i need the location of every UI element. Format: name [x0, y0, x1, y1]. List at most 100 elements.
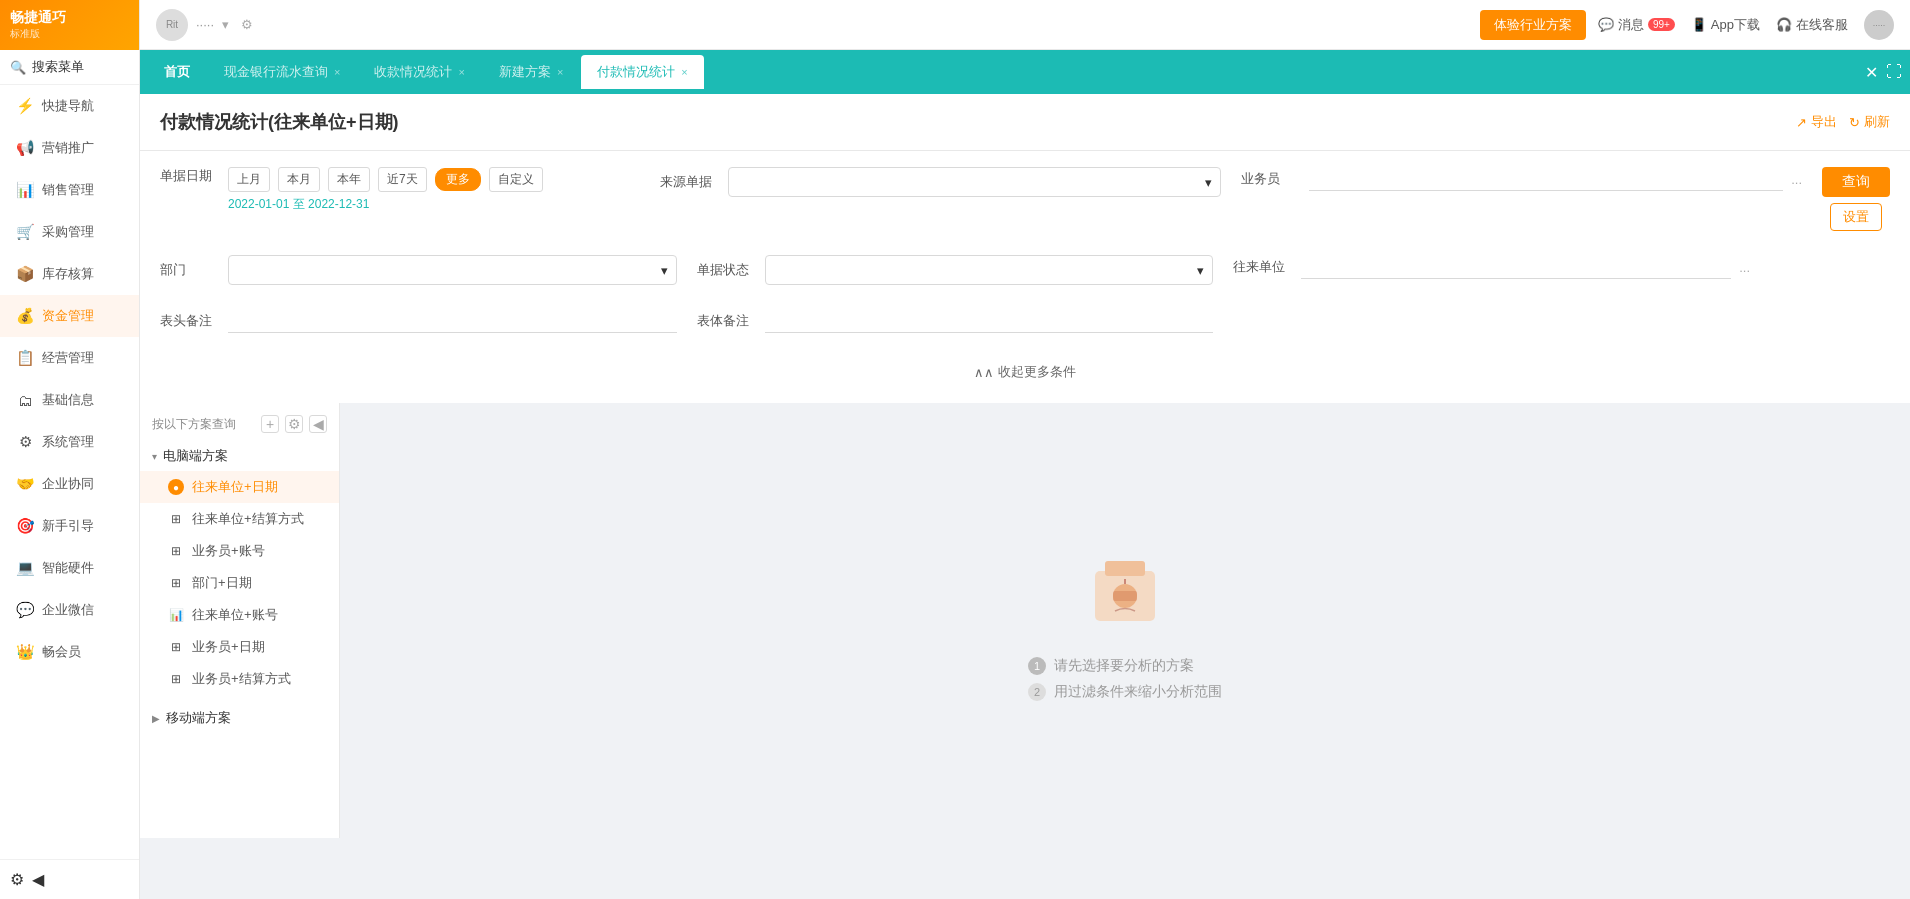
sidebar-item-label: 营销推广 — [42, 139, 94, 157]
tab-receivable-label: 收款情况统计 — [374, 63, 452, 81]
add-plan-btn[interactable]: + — [261, 415, 279, 433]
salesperson-input[interactable] — [1309, 167, 1783, 191]
tab-new-plan-close[interactable]: × — [557, 66, 563, 78]
sidebar-item-label: 畅会员 — [42, 643, 81, 661]
plan-item-counterpart-account[interactable]: 📊 往来单位+账号 — [140, 599, 339, 631]
desktop-group-header[interactable]: ▾ 电脑端方案 — [140, 441, 339, 471]
app-download-label: App下载 — [1711, 16, 1760, 34]
plan-table-icon: ⊞ — [168, 671, 184, 687]
plan-label: 往来单位+账号 — [192, 606, 278, 624]
salesperson-label: 业务员 — [1241, 170, 1301, 188]
dept-select[interactable]: ▾ — [228, 255, 677, 285]
page-header-actions: ↗ 导出 ↻ 刷新 — [1796, 113, 1890, 131]
tab-receivable-close[interactable]: × — [458, 66, 464, 78]
counterpart-ellipsis[interactable]: ... — [1739, 260, 1750, 275]
tab-payment-stats-close[interactable]: × — [681, 66, 687, 78]
tab-close-all-icon[interactable]: ✕ — [1865, 63, 1878, 82]
refresh-btn[interactable]: ↻ 刷新 — [1849, 113, 1890, 131]
tab-new-plan[interactable]: 新建方案 × — [483, 55, 579, 89]
sidebar-item-weixin[interactable]: 💬 企业微信 — [0, 589, 139, 631]
sidebar-item-quick-nav[interactable]: ⚡ 快捷导航 — [0, 85, 139, 127]
collapse-panel-btn[interactable]: ◀ — [309, 415, 327, 433]
mobile-group-header[interactable]: ▶ 移动端方案 — [140, 703, 339, 733]
messages-label: 消息 — [1618, 16, 1644, 34]
online-service-btn[interactable]: 🎧 在线客服 — [1776, 16, 1848, 34]
body-notes-input[interactable] — [765, 309, 1214, 333]
doc-status-select[interactable]: ▾ — [765, 255, 1214, 285]
collapse-icon: ∧∧ — [974, 365, 994, 380]
plan-item-counterpart-date[interactable]: ● 往来单位+日期 — [140, 471, 339, 503]
topbar-user: Rit ····· ▾ ⚙ — [156, 9, 1468, 41]
header-notes-filter: 表头备注 — [160, 309, 677, 333]
export-icon: ↗ — [1796, 115, 1807, 130]
tab-expand-icon[interactable]: ⛶ — [1886, 63, 1902, 81]
sidebar-item-hardware[interactable]: 💻 智能硬件 — [0, 547, 139, 589]
source-select[interactable]: ▾ — [728, 167, 1221, 197]
app-download-btn[interactable]: 📱 App下载 — [1691, 16, 1760, 34]
messages-btn[interactable]: 💬 消息 99+ — [1598, 16, 1675, 34]
plan-item-salesperson-date[interactable]: ⊞ 业务员+日期 — [140, 631, 339, 663]
try-industry-btn[interactable]: 体验行业方案 — [1480, 10, 1586, 40]
export-label: 导出 — [1811, 113, 1837, 131]
sidebar-item-marketing[interactable]: 📢 营销推广 — [0, 127, 139, 169]
plan-item-counterpart-settlement[interactable]: ⊞ 往来单位+结算方式 — [140, 503, 339, 535]
marketing-icon: 📢 — [16, 139, 34, 157]
counterpart-label: 往来单位 — [1233, 258, 1293, 276]
sidebar-item-label: 经营管理 — [42, 349, 94, 367]
collapse-btn[interactable]: ∧∧ 收起更多条件 — [958, 357, 1092, 387]
hardware-icon: 💻 — [16, 559, 34, 577]
dropdown-icon[interactable]: ▾ — [222, 17, 229, 32]
collapse-icon[interactable]: ◀ — [32, 870, 44, 889]
sidebar-item-label: 库存核算 — [42, 265, 94, 283]
sidebar-item-sales[interactable]: 📊 销售管理 — [0, 169, 139, 211]
doc-status-label: 单据状态 — [697, 261, 757, 279]
date-btn-last-month[interactable]: 上月 — [228, 167, 270, 192]
desktop-group-label: 电脑端方案 — [163, 447, 228, 465]
date-range-display: 2022-01-01 至 2022-12-31 — [228, 196, 543, 213]
tab-bank-flow-close[interactable]: × — [334, 66, 340, 78]
body-notes-label: 表体备注 — [697, 312, 757, 330]
search-label: 搜索菜单 — [32, 58, 84, 76]
sidebar-item-inventory[interactable]: 📦 库存核算 — [0, 253, 139, 295]
plan-item-dept-date[interactable]: ⊞ 部门+日期 — [140, 567, 339, 599]
settings-btn[interactable]: 设置 — [1830, 203, 1882, 231]
plan-item-salesperson-account[interactable]: ⊞ 业务员+账号 — [140, 535, 339, 567]
svg-rect-3 — [1113, 591, 1137, 601]
manage-plan-btn[interactable]: ⚙ — [285, 415, 303, 433]
tab-payment-stats-label: 付款情况统计 — [597, 63, 675, 81]
sidebar-item-label: 采购管理 — [42, 223, 94, 241]
dept-dropdown-icon: ▾ — [661, 263, 668, 278]
sidebar-item-system[interactable]: ⚙ 系统管理 — [0, 421, 139, 463]
export-btn[interactable]: ↗ 导出 — [1796, 113, 1837, 131]
date-btn-custom[interactable]: 自定义 — [489, 167, 543, 192]
settings-icon[interactable]: ⚙ — [10, 870, 24, 889]
tab-home[interactable]: 首页 — [148, 55, 206, 89]
plan-item-salesperson-settlement[interactable]: ⊞ 业务员+结算方式 — [140, 663, 339, 695]
salesperson-ellipsis[interactable]: ... — [1791, 172, 1802, 187]
date-btn-7days[interactable]: 近7天 — [378, 167, 427, 192]
counterpart-input[interactable] — [1301, 255, 1731, 279]
tab-receivable[interactable]: 收款情况统计 × — [358, 55, 480, 89]
sidebar-item-finance[interactable]: 💰 资金管理 — [0, 295, 139, 337]
sidebar-item-label: 销售管理 — [42, 181, 94, 199]
query-btn[interactable]: 查询 — [1822, 167, 1890, 197]
sidebar-item-label: 系统管理 — [42, 433, 94, 451]
settings-gear-icon[interactable]: ⚙ — [241, 17, 253, 32]
topbar: Rit ····· ▾ ⚙ 体验行业方案 💬 消息 99+ 📱 App下载 🎧 … — [140, 0, 1910, 50]
sidebar-item-operation[interactable]: 📋 经营管理 — [0, 337, 139, 379]
sidebar-item-basic[interactable]: 🗂 基础信息 — [0, 379, 139, 421]
search-menu[interactable]: 🔍 搜索菜单 — [0, 50, 139, 85]
sidebar-item-guide[interactable]: 🎯 新手引导 — [0, 505, 139, 547]
header-notes-input[interactable] — [228, 309, 677, 333]
empty-tip-1: 1 请先选择要分析的方案 — [1028, 657, 1222, 675]
date-btn-this-month[interactable]: 本月 — [278, 167, 320, 192]
filter-row-1: 单据日期 上月 本月 本年 近7天 更多 自定义 2022-01-01 至 20… — [160, 167, 1890, 231]
date-btn-this-year[interactable]: 本年 — [328, 167, 370, 192]
date-btn-more[interactable]: 更多 — [435, 168, 481, 191]
sidebar-nav: ⚡ 快捷导航 📢 营销推广 📊 销售管理 🛒 采购管理 📦 库存核算 💰 资金管… — [0, 85, 139, 859]
tab-bank-flow[interactable]: 现金银行流水查询 × — [208, 55, 356, 89]
sidebar-item-enterprise[interactable]: 🤝 企业协同 — [0, 463, 139, 505]
sidebar-item-purchase[interactable]: 🛒 采购管理 — [0, 211, 139, 253]
sidebar-item-member[interactable]: 👑 畅会员 — [0, 631, 139, 673]
tab-payment-stats[interactable]: 付款情况统计 × — [581, 55, 703, 89]
